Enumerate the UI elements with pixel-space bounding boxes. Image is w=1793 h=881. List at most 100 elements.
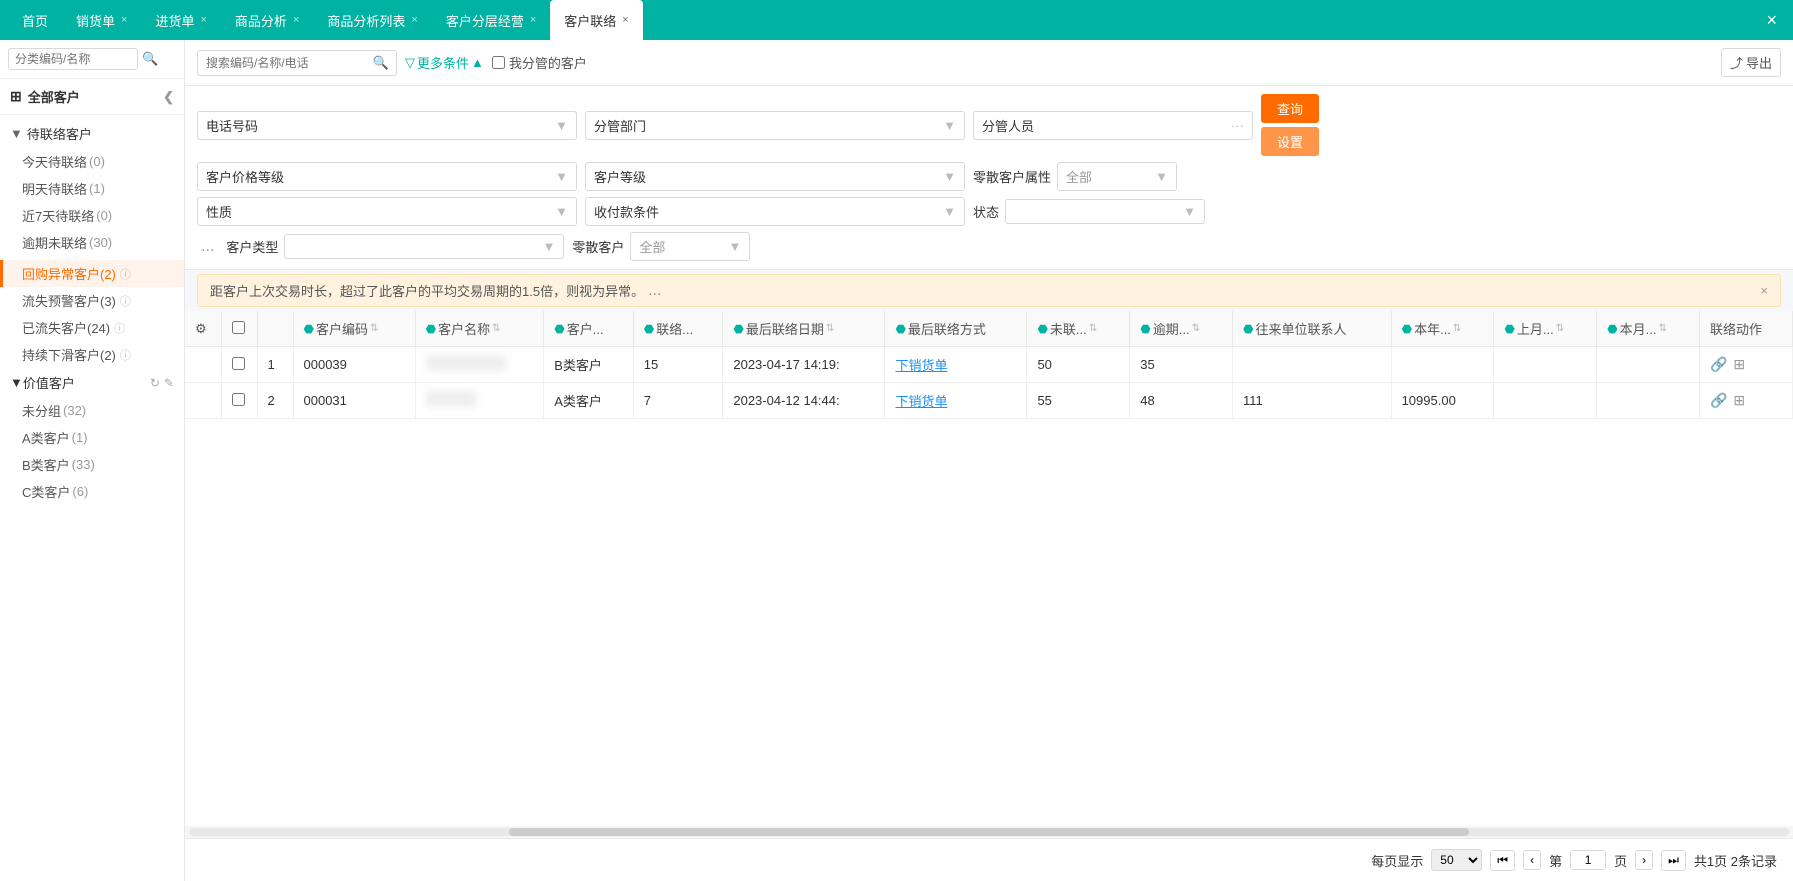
row2-select[interactable] [232,393,245,406]
row1-name[interactable] [415,347,544,383]
col-contact[interactable]: ⬣ 联络... [633,311,723,347]
filter-phone[interactable]: 电话号码 ▼ [197,111,577,140]
col-type[interactable]: ⬣ 客户... [544,311,634,347]
nav-purchase[interactable]: 进货单 × [141,0,220,40]
horizontal-scrollbar[interactable] [185,826,1793,838]
last-page-button[interactable]: ⏭ [1661,850,1686,871]
sidebar-item-class-b[interactable]: B类客户 (33) [0,451,184,478]
nav-product-analysis-close[interactable]: × [293,14,299,26]
sort-arrows-date[interactable]: ⇅ [826,324,834,334]
nav-customer-tier[interactable]: 客户分层经营 × [432,0,550,40]
value-edit-icon[interactable]: ✎ [164,376,174,390]
nav-customer-contact-close[interactable]: × [622,14,628,26]
sidebar-search-icon[interactable]: 🔍 [142,51,158,67]
filter-status-select[interactable]: ▼ [1005,199,1205,224]
row1-checkbox[interactable] [221,347,257,383]
nav-customer-tier-close[interactable]: × [530,14,536,26]
filter-customer-type-select[interactable]: ▼ [284,234,564,259]
sort-arrows-code[interactable]: ⇅ [370,324,378,334]
scrollbar-track[interactable] [189,828,1789,836]
sort-arrows-this-year[interactable]: ⇅ [1453,324,1461,334]
sidebar-item-class-c[interactable]: C类客户 (6) [0,478,184,505]
settings-icon[interactable]: ⚙ [195,321,207,336]
sidebar-item-lost-predicted[interactable]: 流失预警客户(3) ⓘ [0,287,184,314]
row1-select[interactable] [232,357,245,370]
sidebar-item-7days[interactable]: 近7天待联络 (0) [0,202,184,229]
next-page-button[interactable]: › [1635,850,1653,870]
sort-arrows-overdue[interactable]: ⇅ [1192,324,1200,334]
sidebar-all-customers[interactable]: ⊞ 全部客户 ❮ [0,79,184,115]
filter-retail-attribute-select[interactable]: 全部 ▼ [1057,162,1177,191]
filter-person[interactable]: 分管人员 ··· [973,111,1253,140]
row1-action-link-icon[interactable]: 🔗 [1710,356,1727,373]
search-icon[interactable]: 🔍 [373,55,389,71]
filter-payment-terms[interactable]: 收付款条件 ▼ [585,197,965,226]
col-code[interactable]: ⬣ 客户编码 ⇅ [293,311,415,347]
nav-product-analysis[interactable]: 商品分析 × [221,0,313,40]
search-input[interactable] [197,50,397,76]
export-button[interactable]: ⤴ 导出 [1721,48,1781,77]
sidebar-collapse-icon[interactable]: ❮ [163,89,174,105]
nav-purchase-close[interactable]: × [200,14,206,26]
sidebar-pending-group[interactable]: ▼ 待联络客户 [0,119,184,148]
filter-dots[interactable]: ... [197,238,218,256]
sidebar-item-continuous-down[interactable]: 持续下滑客户(2) ⓘ [0,341,184,368]
nav-product-list[interactable]: 商品分析列表 × [313,0,431,40]
row1-method-link[interactable]: 下销货单 [895,358,947,373]
sort-arrows-last-month[interactable]: ⇅ [1556,324,1564,334]
filter-retail-customer-select[interactable]: 全部 ▼ [630,232,750,261]
sort-arrows-name[interactable]: ⇅ [492,324,500,334]
sidebar-item-class-a[interactable]: A类客户 (1) [0,424,184,451]
nav-home[interactable]: 首页 [8,0,62,40]
sidebar-item-unclassified[interactable]: 未分组 (32) [0,397,184,424]
filter-price-level[interactable]: 客户价格等级 ▼ [197,162,577,191]
col-checkbox[interactable] [221,311,257,347]
settings-button[interactable]: 设置 [1261,127,1319,156]
nav-product-list-close[interactable]: × [411,14,417,26]
row2-name[interactable] [415,383,544,419]
row2-action-grid-icon[interactable]: ⊞ [1733,392,1745,409]
sidebar-item-repurchase-abnormal[interactable]: 回购异常客户(2) ⓘ [0,260,184,287]
tooltip-close-icon[interactable]: × [1760,283,1768,298]
sidebar-item-overdue[interactable]: 逾期未联络 (30) [0,229,184,256]
row2-last-contact-method[interactable]: 下销货单 [885,383,1027,419]
col-overdue[interactable]: ⬣ 逾期... ⇅ [1130,311,1233,347]
row2-action-link-icon[interactable]: 🔗 [1710,392,1727,409]
my-customers-input[interactable] [492,56,505,69]
col-name[interactable]: ⬣ 客户名称 ⇅ [415,311,544,347]
row1-last-contact-method[interactable]: 下销货单 [885,347,1027,383]
more-conditions-button[interactable]: ▽ 更多条件 ▲ [405,53,484,72]
col-this-month[interactable]: ⬣ 本月... ⇅ [1597,311,1700,347]
sidebar-value-group[interactable]: ▼ 价值客户 ↻ ✎ [0,368,184,397]
nav-customer-contact[interactable]: 客户联络 × [550,0,642,40]
filter-gender[interactable]: 性质 ▼ [197,197,577,226]
first-page-button[interactable]: ⏮ [1490,850,1515,871]
sidebar-item-today[interactable]: 今天待联络 (0) [0,148,184,175]
select-all-checkbox[interactable] [232,321,245,334]
col-this-year[interactable]: ⬣ 本年... ⇅ [1391,311,1494,347]
window-close-button[interactable]: × [1758,10,1785,31]
nav-sales-close[interactable]: × [121,14,127,26]
col-settings[interactable]: ⚙ [185,311,221,347]
tooltip-dots[interactable]: ... [644,282,665,300]
col-last-month[interactable]: ⬣ 上月... ⇅ [1494,311,1597,347]
filter-customer-level[interactable]: 客户等级 ▼ [585,162,965,191]
scrollbar-thumb[interactable] [509,828,1469,836]
value-refresh-icon[interactable]: ↻ [150,376,160,390]
row2-method-link[interactable]: 下销货单 [895,394,947,409]
prev-page-button[interactable]: ‹ [1523,850,1541,870]
sidebar-item-tomorrow[interactable]: 明天待联络 (1) [0,175,184,202]
sort-arrows-this-month[interactable]: ⇅ [1659,324,1667,334]
filter-department[interactable]: 分管部门 ▼ [585,111,965,140]
sidebar-search-input[interactable] [8,48,138,70]
col-last-contact-date[interactable]: ⬣ 最后联络日期 ⇅ [723,311,885,347]
my-customers-checkbox[interactable]: 我分管的客户 [492,53,587,72]
per-page-select[interactable]: 50 100 200 [1431,849,1482,871]
col-unit-contact[interactable]: ⬣ 往来单位联系人 [1233,311,1392,347]
query-button[interactable]: 查询 [1261,94,1319,123]
sort-arrows-uncontacted[interactable]: ⇅ [1089,324,1097,334]
col-uncontacted[interactable]: ⬣ 未联... ⇅ [1027,311,1130,347]
nav-sales[interactable]: 销货单 × [62,0,141,40]
col-last-contact-method[interactable]: ⬣ 最后联络方式 [885,311,1027,347]
row2-checkbox[interactable] [221,383,257,419]
